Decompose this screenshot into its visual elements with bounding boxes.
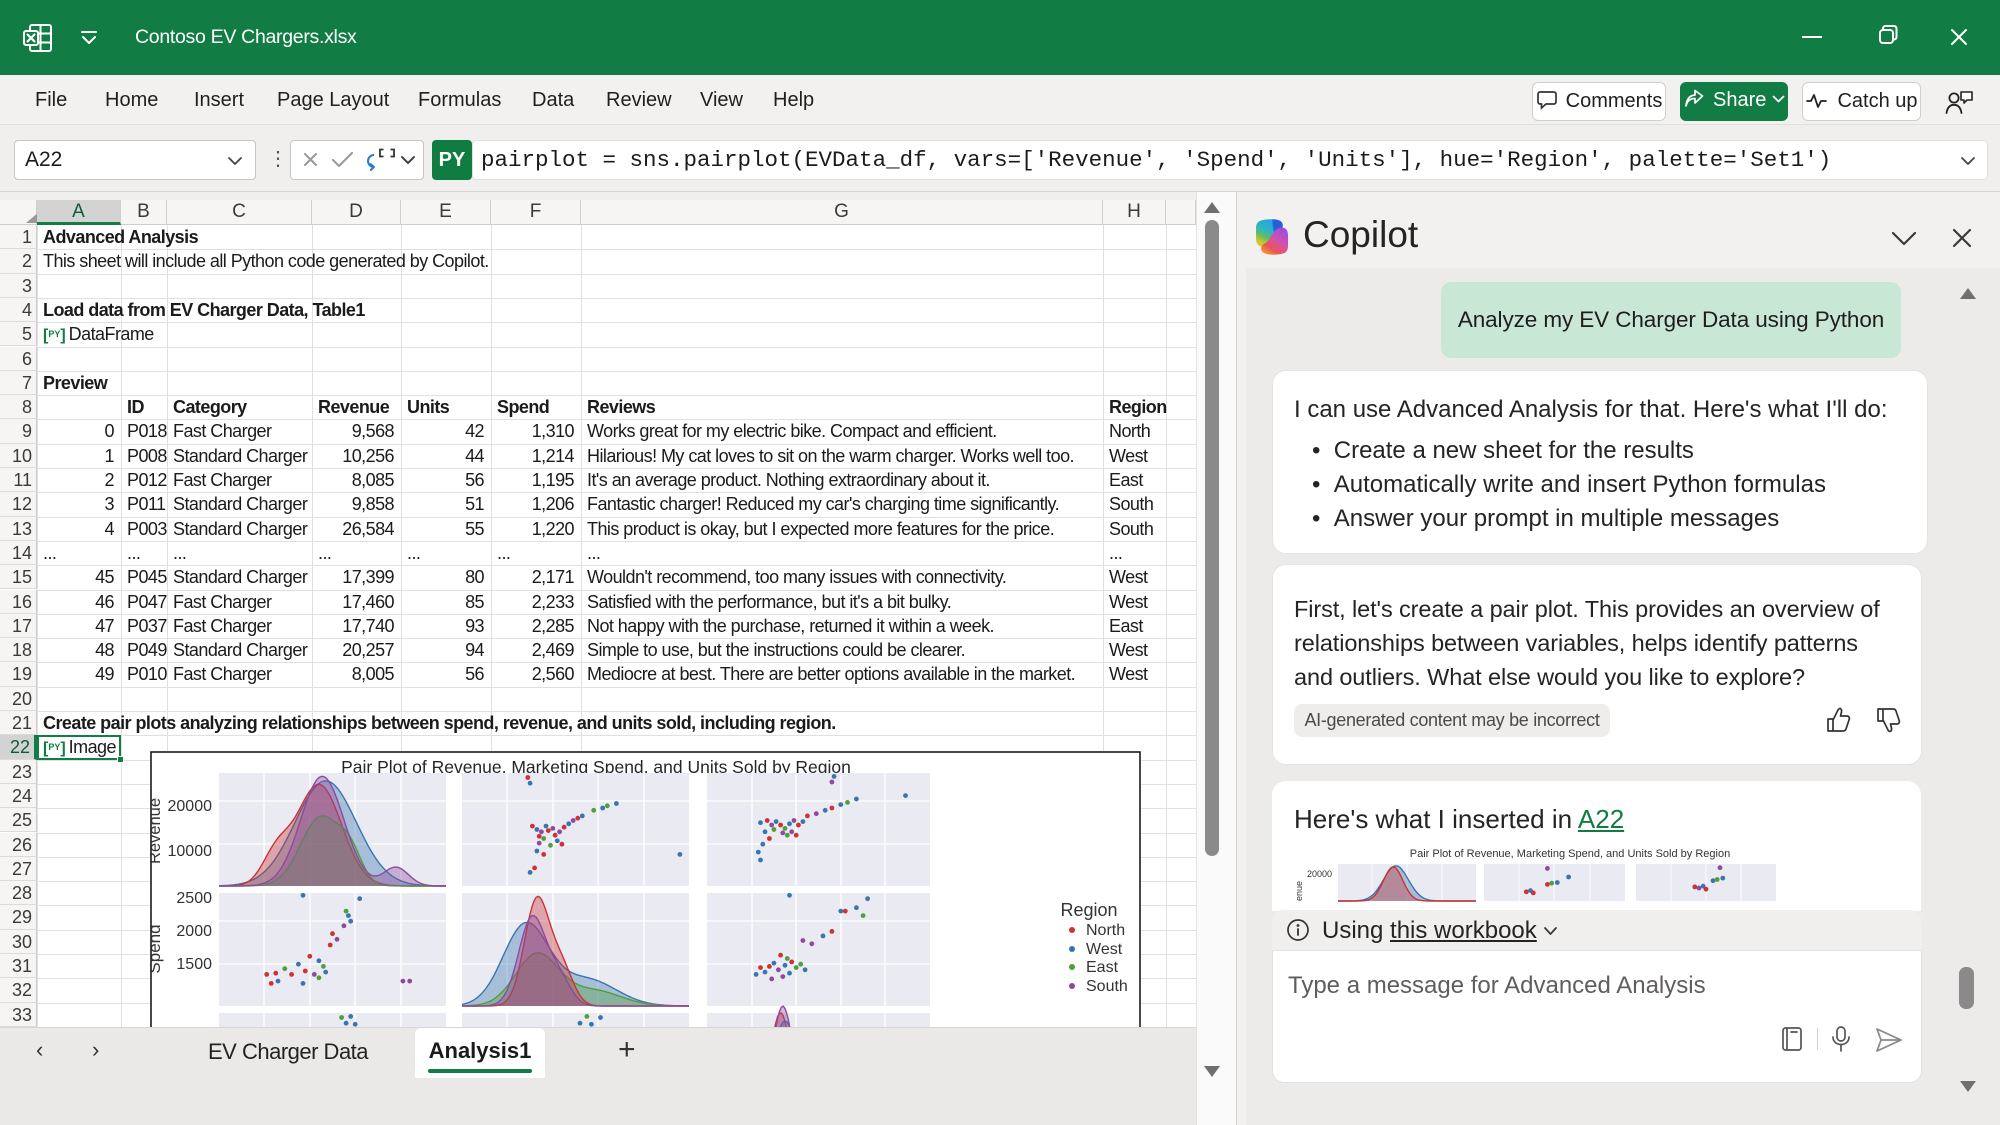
svg-text:1500: 1500 (176, 956, 212, 973)
svg-text:Revenue: Revenue (150, 798, 164, 864)
svg-text:Pair Plot of Revenue, Marketin: Pair Plot of Revenue, Marketing Spend, a… (1410, 848, 1730, 860)
svg-text:20000: 20000 (168, 798, 213, 815)
svg-text:enue: enue (1294, 881, 1304, 901)
svg-text:2500: 2500 (176, 890, 212, 907)
svg-text:Region: Region (1060, 900, 1117, 920)
svg-text:2000: 2000 (176, 923, 212, 940)
svg-text:10000: 10000 (168, 843, 213, 860)
svg-text:Spend: Spend (150, 924, 164, 973)
svg-text:North: North (1086, 922, 1125, 939)
svg-text:East: East (1086, 959, 1119, 976)
svg-text:South: South (1086, 978, 1128, 995)
svg-text:20000: 20000 (1307, 869, 1332, 879)
svg-text:West: West (1086, 941, 1123, 958)
